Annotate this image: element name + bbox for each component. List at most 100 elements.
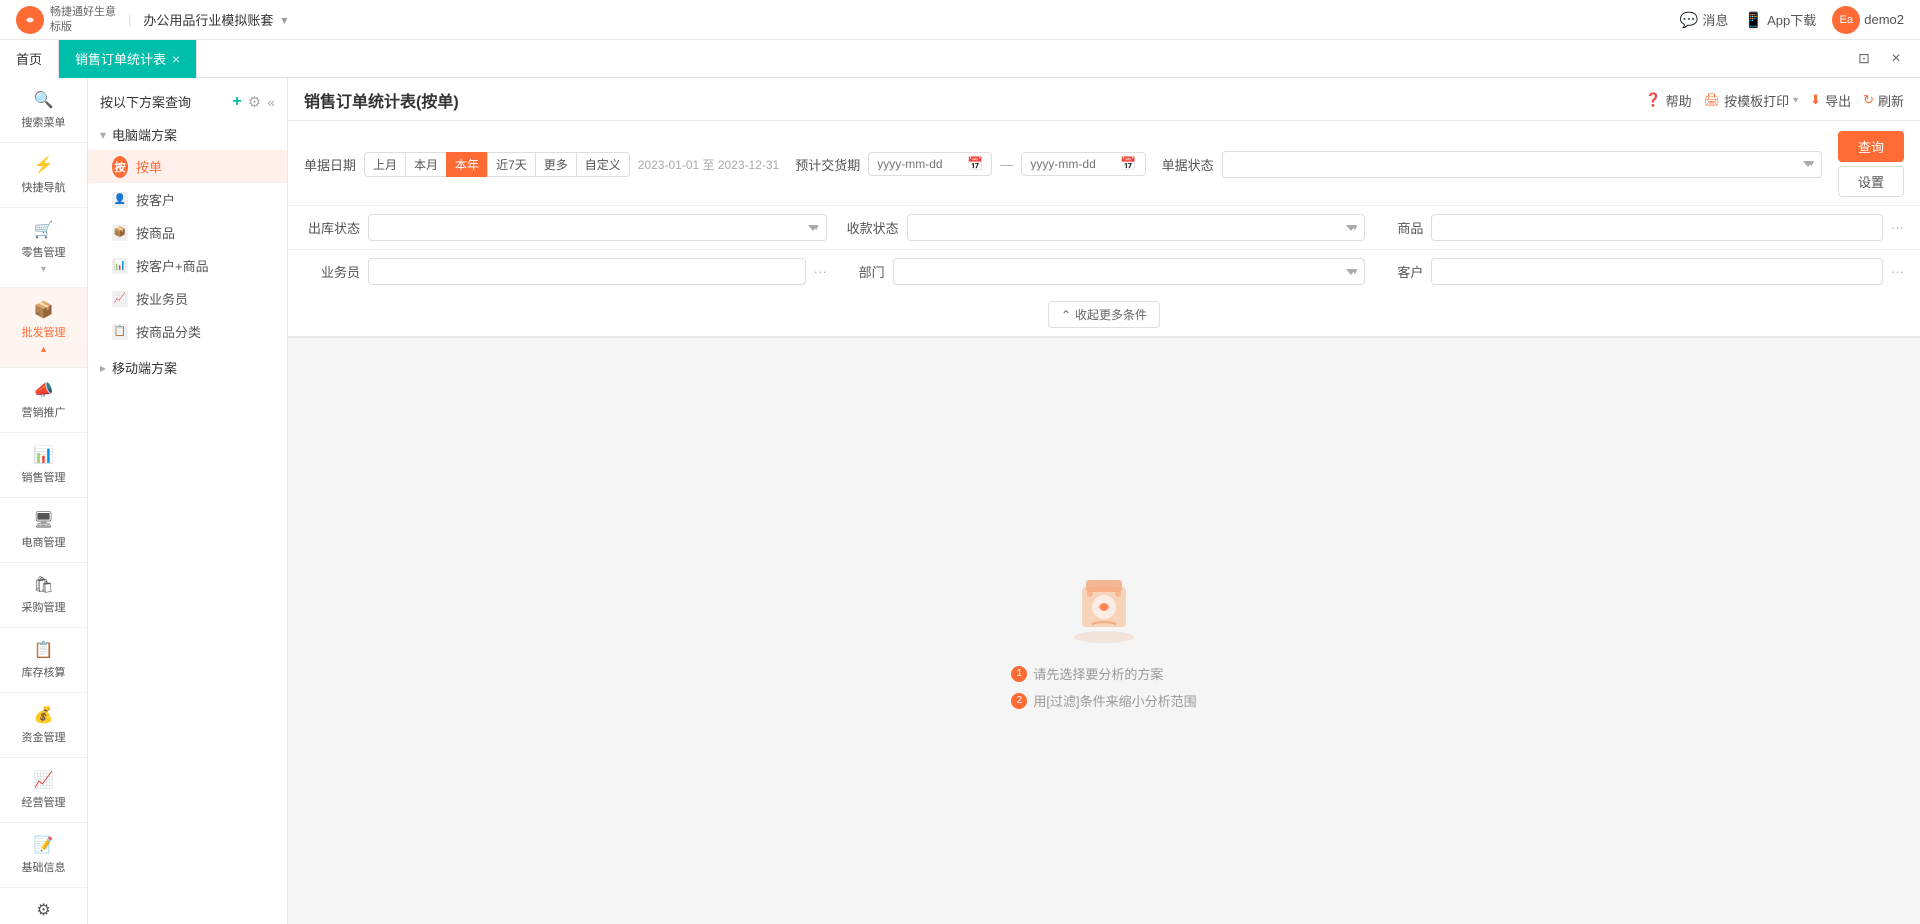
salesperson-label: 业务员 [304, 262, 360, 281]
product-input[interactable] [1431, 214, 1883, 241]
date-label: 单据日期 [304, 155, 356, 174]
date-btn-this-month[interactable]: 本月 [405, 152, 446, 177]
mobile-group-title[interactable]: ▸ 移动端方案 [88, 352, 287, 383]
collapse-panel-btn[interactable]: « [267, 94, 275, 110]
refresh-btn[interactable]: ↻ 刷新 [1863, 91, 1904, 110]
top-header: 畅捷通好生意 标版 | 办公用品行业模拟账套 ▾ 💬 消息 📱 App下载 Ea… [0, 0, 1920, 40]
scheme-item-by-salesperson[interactable]: 📈 按业务员 [88, 282, 287, 315]
pc-group-title[interactable]: ▾ 电脑端方案 [88, 119, 287, 150]
export-icon: ⬇ [1810, 92, 1821, 108]
scheme-item-by-product[interactable]: 📦 按商品 [88, 216, 287, 249]
operation-icon: 📈 [34, 770, 54, 790]
scheme-item-by-order[interactable]: 按 按单 [88, 150, 287, 183]
delivery-status-select[interactable] [368, 214, 827, 241]
salesperson-dots[interactable]: ··· [814, 264, 827, 279]
calendar-from-icon[interactable]: 📅 [967, 156, 983, 172]
message-btn[interactable]: 💬 消息 [1680, 10, 1729, 29]
help-btn[interactable]: ❓ 帮助 [1645, 91, 1691, 110]
finance-icon: 💰 [34, 705, 54, 725]
empty-tip-1: 1 请先选择要分析的方案 [1011, 664, 1196, 683]
download-icon: 📱 [1744, 11, 1763, 29]
filter-area: 单据日期 上月 本月 本年 近7天 更多 自定义 2023-01-01 至 20… [288, 121, 1920, 338]
customer-input[interactable] [1431, 258, 1883, 285]
add-scheme-btn[interactable]: + [232, 93, 241, 111]
mobile-scheme-group: ▸ 移动端方案 [88, 350, 287, 385]
user-profile[interactable]: Ea demo2 [1832, 6, 1904, 34]
logo-text: 畅捷通好生意 标版 [50, 5, 116, 34]
message-icon: 💬 [1680, 11, 1699, 29]
sales-mgmt-icon: 📊 [34, 445, 54, 465]
date-btn-more[interactable]: 更多 [535, 152, 576, 177]
by-customer-product-icon: 📊 [112, 258, 128, 274]
doc-status-label: 单据状态 [1162, 155, 1214, 174]
calendar-to-icon[interactable]: 📅 [1120, 156, 1136, 172]
ecommerce-icon: 🖥 [33, 510, 53, 530]
date-btn-last-7-days[interactable]: 近7天 [487, 152, 535, 177]
collapse-btn[interactable]: ⌃ 收起更多条件 [1048, 301, 1160, 328]
scheme-item-by-customer[interactable]: 👤 按客户 [88, 183, 287, 216]
logo-area: 畅捷通好生意 标版 [16, 5, 116, 34]
doc-status-select[interactable] [1222, 151, 1822, 178]
app-download-btn[interactable]: 📱 App下载 [1744, 10, 1816, 29]
sidebar-item-sales-mgmt[interactable]: 📊 销售管理 [0, 433, 87, 498]
expected-date-label: 预计交货期 [795, 155, 860, 174]
settings-scheme-btn[interactable]: ⚙ [248, 93, 261, 111]
tab-sales-order-stat[interactable]: 销售订单统计表 × [59, 40, 197, 78]
left-panel-header-actions: + ⚙ « [232, 93, 275, 111]
breadcrumb-title: 办公用品行业模拟账套 [143, 10, 273, 29]
empty-tip-2: 2 用[过滤]条件来缩小分析范围 [1011, 691, 1196, 710]
scheme-query-label: 按以下方案查询 [100, 92, 191, 111]
by-customer-icon: 👤 [112, 192, 128, 208]
payment-status-select[interactable] [907, 214, 1366, 241]
sidebar-item-retail[interactable]: 🛒 零售管理 ▾ [0, 208, 87, 288]
scheme-item-by-category[interactable]: 📋 按商品分类 [88, 315, 287, 348]
print-btn[interactable]: 🖨 按模板打印 ▾ [1704, 91, 1799, 110]
user-avatar: Ea [1832, 6, 1860, 34]
query-button[interactable]: 查询 [1838, 131, 1904, 162]
sidebar-item-purchase[interactable]: 🛍 采购管理 [0, 563, 87, 628]
sidebar-item-ecommerce[interactable]: 🖥 电商管理 [0, 498, 87, 563]
marketing-icon: 📣 [34, 380, 54, 400]
department-select[interactable] [893, 258, 1366, 285]
tip-num-2: 2 [1011, 693, 1027, 709]
logo-icon [16, 6, 44, 34]
date-filter-group: 上月 本月 本年 近7天 更多 自定义 [364, 152, 630, 177]
tab-home[interactable]: 首页 [0, 40, 59, 78]
salesperson-input[interactable] [368, 258, 806, 285]
by-product-icon: 📦 [112, 225, 128, 241]
sidebar-item-basic[interactable]: 📝 基础信息 [0, 823, 87, 888]
right-content: 销售订单统计表(按单) ❓ 帮助 🖨 按模板打印 ▾ ⬇ 导出 [288, 78, 1920, 924]
delivery-status-select-wrapper: ▾ [368, 214, 827, 241]
wholesale-icon: 📦 [34, 300, 54, 320]
settings-button[interactable]: 设置 [1838, 166, 1904, 197]
pc-group-label: 电脑端方案 [112, 125, 177, 144]
date-btn-this-year[interactable]: 本年 [446, 152, 487, 177]
sidebar-item-inventory[interactable]: 📋 库存核算 [0, 628, 87, 693]
expected-date-from-input[interactable] [877, 157, 967, 171]
sidebar-item-finance[interactable]: 💰 资金管理 [0, 693, 87, 758]
date-btn-last-month[interactable]: 上月 [364, 152, 405, 177]
retail-expand-icon: ▾ [41, 264, 46, 275]
window-close-btn[interactable]: × [1884, 47, 1908, 71]
product-dots[interactable]: ··· [1891, 220, 1904, 235]
sidebar-item-operation[interactable]: 📈 经营管理 [0, 758, 87, 823]
empty-state: 1 请先选择要分析的方案 2 用[过滤]条件来缩小分析范围 [288, 338, 1920, 924]
date-btn-custom[interactable]: 自定义 [576, 152, 630, 177]
sidebar-item-quick-nav[interactable]: ⚡ 快捷导航 [0, 143, 87, 208]
tab-close-icon[interactable]: × [172, 51, 180, 67]
sidebar-item-marketing[interactable]: 📣 营销推广 [0, 368, 87, 433]
sidebar: 🔍 搜索菜单 ⚡ 快捷导航 🛒 零售管理 ▾ 📦 批发管理 ▴ 📣 营销推广 📊… [0, 78, 88, 924]
window-restore-btn[interactable]: ⊡ [1852, 47, 1876, 71]
breadcrumb-arrow[interactable]: ▾ [281, 13, 287, 27]
scheme-item-by-customer-product[interactable]: 📊 按客户+商品 [88, 249, 287, 282]
sidebar-item-system[interactable]: ⚙ 系统管理 [0, 888, 87, 924]
expected-date-from-group: 📅 [868, 152, 992, 176]
payment-status-select-wrapper: ▾ [907, 214, 1366, 241]
collapse-icon: ⌃ [1061, 308, 1071, 322]
empty-tips: 1 请先选择要分析的方案 2 用[过滤]条件来缩小分析范围 [1011, 664, 1196, 710]
expected-date-to-input[interactable] [1030, 157, 1120, 171]
sidebar-item-search[interactable]: 🔍 搜索菜单 [0, 78, 87, 143]
customer-dots[interactable]: ··· [1891, 264, 1904, 279]
export-btn[interactable]: ⬇ 导出 [1810, 91, 1851, 110]
sidebar-item-wholesale[interactable]: 📦 批发管理 ▴ [0, 288, 87, 368]
